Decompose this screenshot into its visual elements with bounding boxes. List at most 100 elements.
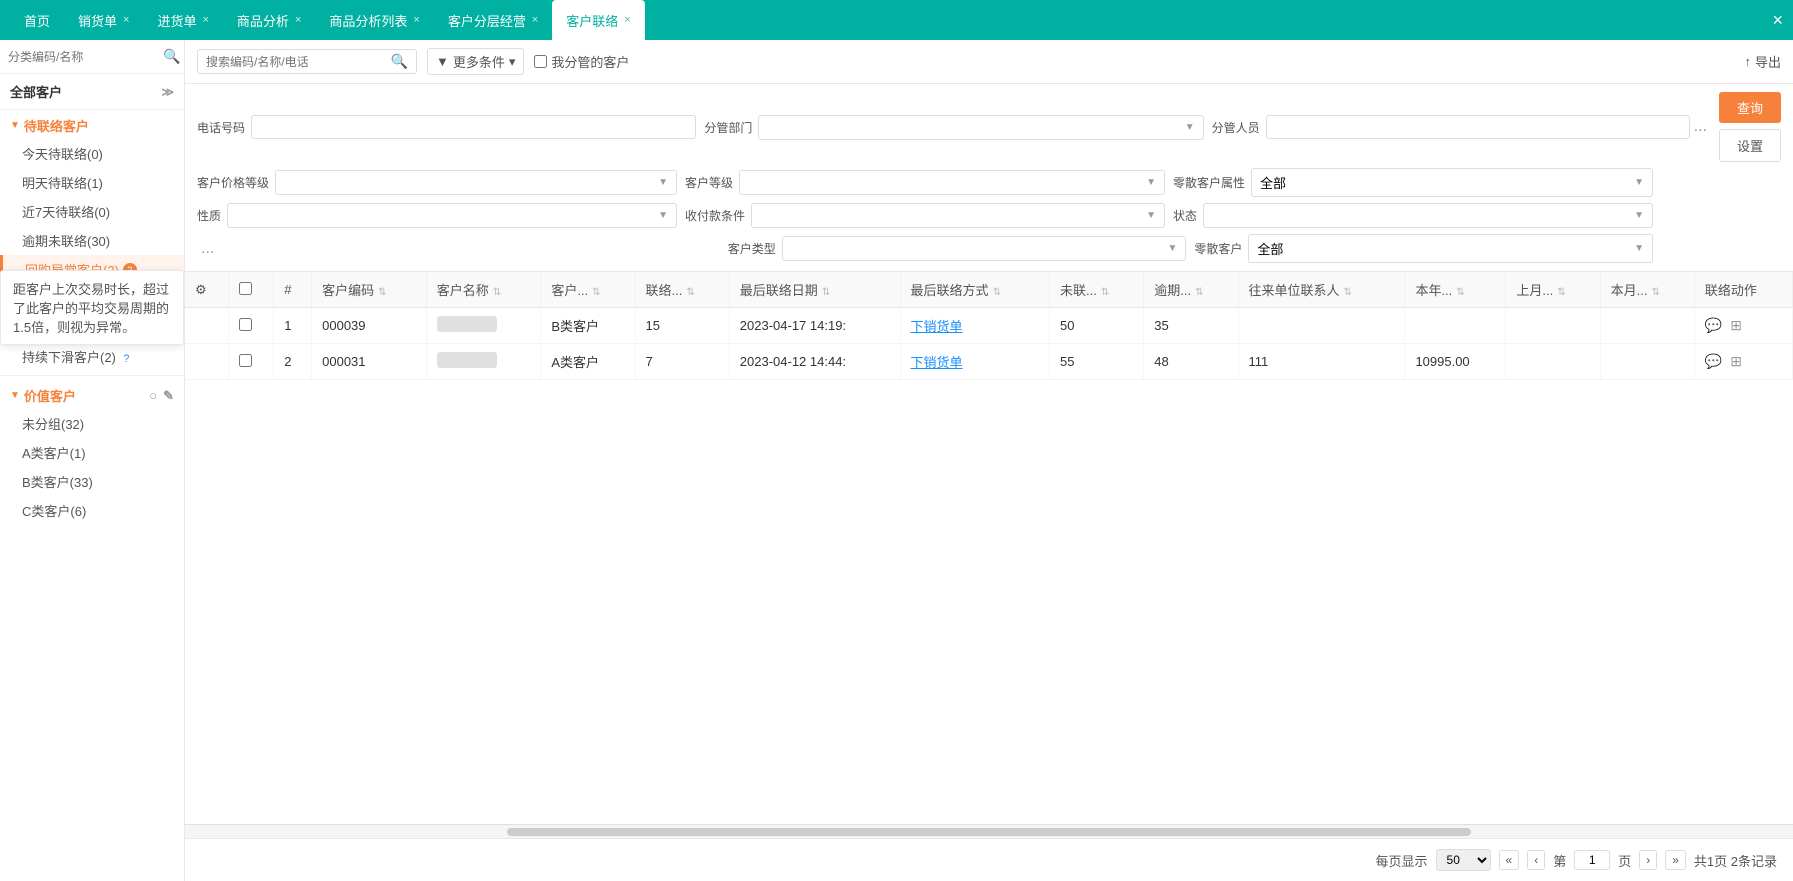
action-chat-icon-1[interactable]: 💬 [1705, 353, 1722, 370]
col-last-contact-method[interactable]: 最后联络方式⇅ [900, 272, 1049, 308]
sidebar-all-customers-header[interactable]: 全部客户 ≫ [0, 74, 184, 110]
price-level-value [284, 175, 288, 190]
gender-select[interactable]: ▼ [227, 203, 677, 228]
sidebar-item-today-pending[interactable]: 今天待联络(0) [0, 139, 184, 168]
col-name[interactable]: 客户名称⇅ [426, 272, 541, 308]
select-all-checkbox[interactable] [239, 282, 252, 295]
payment-select[interactable]: ▼ [751, 203, 1165, 228]
current-page-input[interactable] [1574, 850, 1610, 870]
not-contact-sort-icon: ⇅ [1101, 287, 1109, 298]
col-overdue[interactable]: 逾期...⇅ [1144, 272, 1238, 308]
action-more-icon-1[interactable]: ⊞ [1730, 353, 1742, 370]
row-checkbox-0[interactable] [239, 318, 252, 331]
edit-value-group-icon[interactable]: ○ [149, 388, 157, 404]
close-purchase-order-icon[interactable]: × [202, 14, 208, 26]
my-customer-checkbox[interactable] [534, 55, 547, 68]
close-customer-tier-icon[interactable]: × [532, 14, 538, 26]
sidebar-item-ungrouped[interactable]: 未分组(32) [0, 409, 184, 438]
last-page-button[interactable]: » [1665, 850, 1686, 870]
cell-last-contact-method-0[interactable]: 下销货单 [900, 308, 1049, 344]
col-last-month[interactable]: 上月...⇅ [1506, 272, 1600, 308]
value-group-arrow-icon[interactable]: ▼ [10, 390, 20, 401]
sidebar-item-a-class[interactable]: A类客户(1) [0, 438, 184, 467]
per-page-select[interactable]: 50 20 100 [1436, 849, 1491, 871]
sidebar-collapse-icon[interactable]: ≫ [161, 85, 174, 99]
close-product-analysis-icon[interactable]: × [295, 14, 301, 26]
col-category[interactable]: 客户...⇅ [541, 272, 635, 308]
horizontal-scrollbar[interactable] [185, 824, 1793, 838]
month-sort-icon: ⇅ [1651, 287, 1659, 298]
phone-input[interactable] [251, 115, 696, 139]
col-contact[interactable]: 联络...⇅ [635, 272, 729, 308]
dept-select-value [767, 120, 771, 135]
tab-sales-order[interactable]: 销货单 × [64, 0, 143, 40]
sidebar-pending-group[interactable]: ▼ 待联络客户 [0, 110, 184, 139]
customer-level-select[interactable]: ▼ [739, 170, 1165, 195]
sidebar-item-7days-pending[interactable]: 近7天待联络(0) [0, 197, 184, 226]
pending-arrow-icon: ▼ [10, 120, 20, 131]
price-level-select[interactable]: ▼ [275, 170, 677, 195]
customer-type-select[interactable]: ▼ [782, 236, 1187, 261]
dept-select[interactable]: ▼ [758, 115, 1203, 140]
tab-product-analysis-list[interactable]: 商品分析列表 × [315, 0, 433, 40]
close-customer-contact-icon[interactable]: × [624, 14, 630, 26]
retail-select[interactable]: 全部 ▼ [1248, 234, 1653, 263]
more-conditions-button[interactable]: ▼ 更多条件 ▾ [427, 48, 524, 75]
export-label: 导出 [1755, 52, 1781, 71]
action-more-icon-0[interactable]: ⊞ [1730, 317, 1742, 334]
total-label: 共1页 2条记录 [1694, 851, 1777, 870]
last-contact-method-link-1[interactable]: 下销货单 [911, 355, 963, 370]
sidebar-search-icon[interactable]: 🔍 [163, 48, 180, 65]
sidebar-item-overdue-pending[interactable]: 逾期未联络(30) [0, 226, 184, 255]
person-more-icon[interactable]: ... [1690, 118, 1711, 136]
action-chat-icon-0[interactable]: 💬 [1705, 317, 1722, 334]
row4-dots-icon[interactable]: ... [197, 240, 218, 258]
next-page-button[interactable]: › [1639, 850, 1657, 870]
my-customer-checkbox-label[interactable]: 我分管的客户 [534, 52, 629, 71]
export-button[interactable]: ↑ 导出 [1744, 52, 1781, 71]
name-sort-icon: ⇅ [493, 287, 501, 298]
page-suffix: 页 [1618, 851, 1631, 870]
scrollbar-thumb[interactable] [507, 828, 1472, 836]
tab-customer-tier[interactable]: 客户分层经营 × [434, 0, 552, 40]
search-input[interactable] [206, 55, 391, 69]
query-button[interactable]: 查询 [1719, 92, 1781, 123]
close-sales-order-icon[interactable]: × [123, 14, 129, 26]
sidebar-search-input[interactable] [8, 50, 163, 64]
tab-home[interactable]: 首页 [10, 0, 64, 40]
cell-checkbox-1 [228, 344, 274, 380]
sidebar-item-b-class[interactable]: B类客户(33) [0, 467, 184, 496]
gender-label: 性质 [197, 207, 221, 224]
close-product-analysis-list-icon[interactable]: × [413, 14, 419, 26]
col-this-year[interactable]: 本年...⇅ [1405, 272, 1506, 308]
col-code[interactable]: 客户编码⇅ [312, 272, 427, 308]
col-last-contact-date[interactable]: 最后联络日期⇅ [729, 272, 900, 308]
person-input[interactable] [1266, 115, 1690, 139]
status-select[interactable]: ▼ [1203, 203, 1653, 228]
cell-num-0: 1 [274, 308, 312, 344]
first-page-button[interactable]: « [1499, 850, 1520, 870]
col-not-contact[interactable]: 未联...⇅ [1050, 272, 1144, 308]
sidebar-item-continuous-decline[interactable]: 持续下滑客户(2) ? [0, 342, 184, 371]
col-this-month[interactable]: 本月...⇅ [1600, 272, 1694, 308]
date-sort-icon: ⇅ [822, 287, 830, 298]
settings-value-group-icon[interactable]: ✎ [163, 388, 174, 404]
sidebar-item-c-class[interactable]: C类客户(6) [0, 496, 184, 525]
last-contact-method-link-0[interactable]: 下销货单 [911, 319, 963, 334]
decline-info-icon[interactable]: ? [123, 353, 129, 365]
retail-attr-select[interactable]: 全部 ▼ [1251, 168, 1653, 197]
tab-customer-contact[interactable]: 客户联络 × [552, 0, 644, 40]
sidebar-item-tomorrow-pending[interactable]: 明天待联络(1) [0, 168, 184, 197]
row-checkbox-1[interactable] [239, 354, 252, 367]
col-settings[interactable]: ⚙ [185, 272, 228, 308]
tab-product-analysis[interactable]: 商品分析 × [223, 0, 315, 40]
pending-group-label: 待联络客户 [24, 116, 89, 135]
tab-purchase-order[interactable]: 进货单 × [143, 0, 222, 40]
settings-button[interactable]: 设置 [1719, 129, 1781, 162]
cell-this-year-1: 10995.00 [1405, 344, 1506, 380]
col-unit-contacts[interactable]: 往来单位联系人⇅ [1238, 272, 1405, 308]
close-window-icon[interactable]: × [1772, 11, 1783, 29]
prev-page-button[interactable]: ‹ [1527, 850, 1545, 870]
search-button-icon[interactable]: 🔍 [391, 53, 408, 70]
cell-last-contact-method-1[interactable]: 下销货单 [900, 344, 1049, 380]
